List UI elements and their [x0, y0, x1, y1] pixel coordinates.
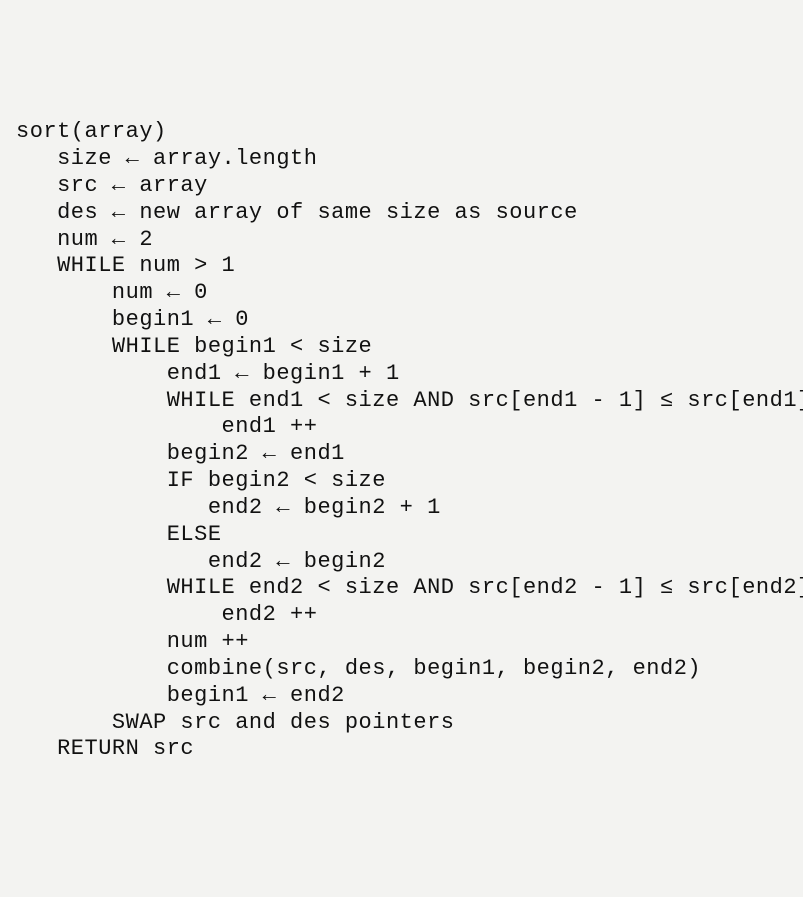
code-line: begin1 ← 0 — [16, 307, 787, 334]
code-line: size ← array.length — [16, 146, 787, 173]
code-line: sort(array) — [16, 119, 787, 146]
code-line: combine(src, des, begin1, begin2, end2) — [16, 656, 787, 683]
code-line: num ++ — [16, 629, 787, 656]
code-line: src ← array — [16, 173, 787, 200]
code-line: WHILE begin1 < size — [16, 334, 787, 361]
code-line: WHILE end1 < size AND src[end1 - 1] ≤ sr… — [16, 388, 787, 415]
code-line: num ← 0 — [16, 280, 787, 307]
code-line: ELSE — [16, 522, 787, 549]
code-line: RETURN src — [16, 736, 787, 763]
code-line: des ← new array of same size as source — [16, 200, 787, 227]
code-line: SWAP src and des pointers — [16, 710, 787, 737]
code-line: end1 ← begin1 + 1 — [16, 361, 787, 388]
code-line: end1 ++ — [16, 414, 787, 441]
code-line: end2 ← begin2 + 1 — [16, 495, 787, 522]
pseudocode-block: sort(array) size ← array.length src ← ar… — [16, 119, 787, 763]
code-line: end2 ++ — [16, 602, 787, 629]
code-line: WHILE num > 1 — [16, 253, 787, 280]
code-line: IF begin2 < size — [16, 468, 787, 495]
code-line: begin2 ← end1 — [16, 441, 787, 468]
code-line: end2 ← begin2 — [16, 549, 787, 576]
code-line: WHILE end2 < size AND src[end2 - 1] ≤ sr… — [16, 575, 787, 602]
code-line: num ← 2 — [16, 227, 787, 254]
code-line: begin1 ← end2 — [16, 683, 787, 710]
